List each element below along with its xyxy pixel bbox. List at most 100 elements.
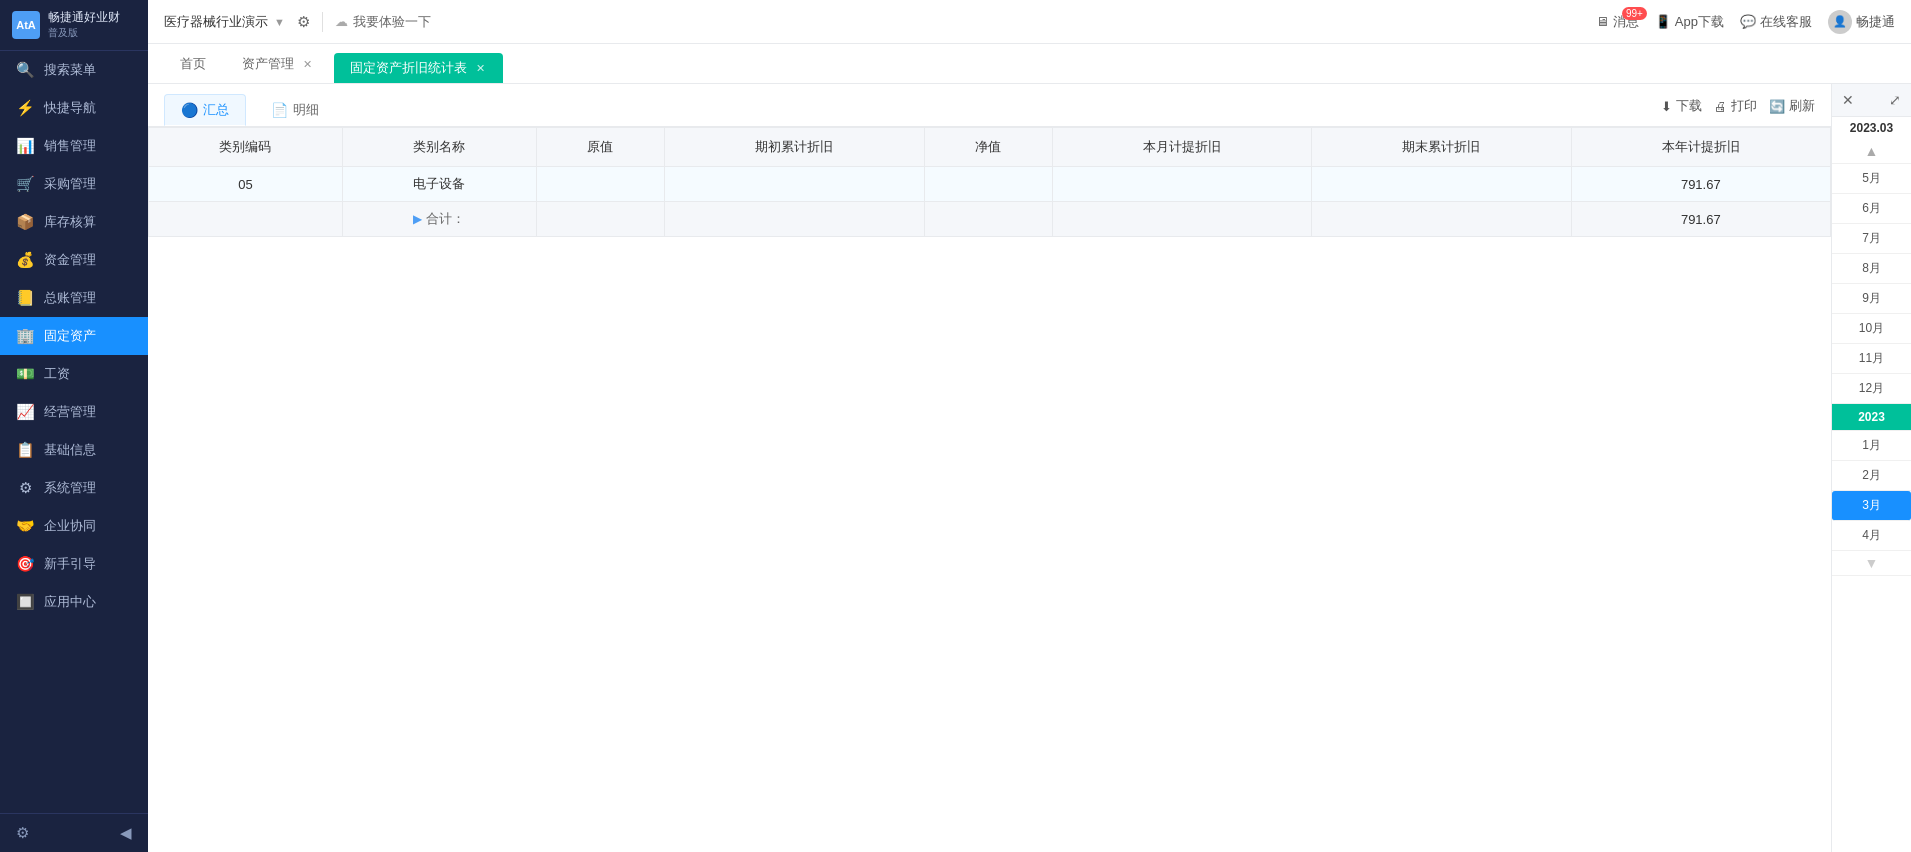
sidebar-menu: 🔍 搜索菜单 ⚡ 快捷导航 📊 销售管理 🛒 采购管理 📦 库存核算 💰 资金管… — [0, 51, 148, 813]
settings-footer-icon[interactable]: ⚙ — [16, 824, 29, 842]
sidebar-item-inventory[interactable]: 📦 库存核算 — [0, 203, 148, 241]
sidebar-item-sales[interactable]: 📊 销售管理 — [0, 127, 148, 165]
month-item-11[interactable]: 11月 — [1832, 344, 1911, 374]
tab-asset-label: 资产管理 — [242, 55, 294, 73]
service-icon: 💬 — [1740, 14, 1756, 29]
message-icon: 🖥 — [1596, 14, 1609, 29]
subtab-detail[interactable]: 📄 明细 — [254, 94, 336, 126]
tab-home-label: 首页 — [180, 55, 206, 73]
month-item-6[interactable]: 6月 — [1832, 194, 1911, 224]
print-button[interactable]: 🖨 打印 — [1714, 97, 1757, 115]
tabs-bar: 首页 资产管理 ✕ 固定资产折旧统计表 ✕ — [148, 44, 1911, 84]
cell-annual-dep: 791.67 — [1571, 167, 1830, 202]
sidebar-item-label: 经营管理 — [44, 403, 96, 421]
month-item-2023-2[interactable]: 2月 — [1832, 461, 1911, 491]
detail-icon: 📄 — [271, 102, 288, 118]
sidebar-item-system[interactable]: ⚙ 系统管理 — [0, 469, 148, 507]
tab-asset-close-icon[interactable]: ✕ — [300, 57, 314, 71]
date-scroll-up[interactable]: ▲ — [1832, 139, 1911, 164]
month-item-7[interactable]: 7月 — [1832, 224, 1911, 254]
sidebar-item-ledger[interactable]: 📒 总账管理 — [0, 279, 148, 317]
date-panel-close-icon[interactable]: ✕ — [1842, 92, 1854, 108]
sidebar-item-quicknav[interactable]: ⚡ 快捷导航 — [0, 89, 148, 127]
print-icon: 🖨 — [1714, 99, 1727, 114]
expand-icon[interactable]: ▶ — [413, 212, 422, 226]
service-label: 在线客服 — [1760, 13, 1812, 31]
sidebar-item-cooperation[interactable]: 🤝 企业协同 — [0, 507, 148, 545]
date-scroll-down[interactable]: ▼ — [1832, 551, 1911, 576]
company-dropdown-icon: ▼ — [274, 16, 285, 28]
date-panel: ✕ ⤢ 2023.03 ▲ 5月 6月 7月 8月 9月 10月 11月 12月… — [1831, 84, 1911, 852]
sidebar-item-operations[interactable]: 📈 经营管理 — [0, 393, 148, 431]
date-panel-scroll[interactable]: ▲ 5月 6月 7月 8月 9月 10月 11月 12月 2023 1月 2月 … — [1832, 139, 1911, 852]
toolbar-right: ⬇ 下载 🖨 打印 🔄 刷新 — [1661, 97, 1815, 123]
date-panel-expand-icon[interactable]: ⤢ — [1889, 92, 1901, 108]
download-button[interactable]: ⬇ 下载 — [1661, 97, 1702, 115]
refresh-icon: 🔄 — [1769, 99, 1785, 114]
service-button[interactable]: 💬 在线客服 — [1740, 13, 1812, 31]
collapse-sidebar-icon[interactable]: ◀ — [120, 824, 132, 842]
month-item-9[interactable]: 9月 — [1832, 284, 1911, 314]
sub-tabs: 🔵 汇总 📄 明细 ⬇ 下载 🖨 打印 — [148, 84, 1831, 127]
app-download-button[interactable]: 📱 App下载 — [1655, 13, 1724, 31]
content: 🔵 汇总 📄 明细 ⬇ 下载 🖨 打印 — [148, 84, 1831, 852]
message-button[interactable]: 🖥 消息 99+ — [1596, 13, 1639, 31]
sub-tabs-left: 🔵 汇总 📄 明细 — [164, 94, 336, 126]
tab-asset-management[interactable]: 资产管理 ✕ — [226, 47, 330, 83]
user-menu[interactable]: 👤 畅捷通 — [1828, 10, 1895, 34]
quicknav-icon: ⚡ — [16, 99, 34, 117]
date-panel-year: 2023.03 — [1832, 117, 1911, 139]
month-item-5[interactable]: 5月 — [1832, 164, 1911, 194]
company-selector[interactable]: 医疗器械行业演示 ▼ — [164, 13, 285, 31]
tab-depreciation-label: 固定资产折旧统计表 — [350, 59, 467, 77]
sidebar-item-salary[interactable]: 💵 工资 — [0, 355, 148, 393]
col-net-value: 净值 — [924, 128, 1052, 167]
salary-icon: 💵 — [16, 365, 34, 383]
tab-home[interactable]: 首页 — [164, 47, 222, 83]
subtab-summary[interactable]: 🔵 汇总 — [164, 94, 246, 126]
sidebar-item-label: 新手引导 — [44, 555, 96, 573]
guide-icon: 🎯 — [16, 555, 34, 573]
table-container: 类别编码 类别名称 原值 期初累计折旧 净值 本月计提折旧 期末累计折旧 本年计… — [148, 127, 1831, 852]
company-settings-icon[interactable]: ⚙ — [297, 13, 310, 31]
apps-icon: 🔲 — [16, 593, 34, 611]
sidebar-item-apps[interactable]: 🔲 应用中心 — [0, 583, 148, 621]
sidebar-item-label: 基础信息 — [44, 441, 96, 459]
refresh-button[interactable]: 🔄 刷新 — [1769, 97, 1815, 115]
total-original — [536, 202, 664, 237]
month-item-2023-3[interactable]: 3月 — [1832, 491, 1911, 521]
user-name: 畅捷通 — [1856, 13, 1895, 31]
tab-fixed-asset-depreciation[interactable]: 固定资产折旧统计表 ✕ — [334, 53, 503, 83]
sidebar-item-funds[interactable]: 💰 资金管理 — [0, 241, 148, 279]
sidebar-item-label: 快捷导航 — [44, 99, 96, 117]
tab-depreciation-close-icon[interactable]: ✕ — [473, 61, 487, 75]
month-item-2023-1[interactable]: 1月 — [1832, 431, 1911, 461]
sidebar-item-assets[interactable]: 🏢 固定资产 — [0, 317, 148, 355]
sidebar-item-label: 应用中心 — [44, 593, 96, 611]
cell-monthly-dep — [1052, 167, 1311, 202]
print-label: 打印 — [1731, 97, 1757, 115]
month-item-2023-4[interactable]: 4月 — [1832, 521, 1911, 551]
cloud-icon: ☁ — [335, 14, 348, 29]
col-original: 原值 — [536, 128, 664, 167]
cell-initial-dep — [665, 167, 924, 202]
month-item-10[interactable]: 10月 — [1832, 314, 1911, 344]
cooperation-icon: 🤝 — [16, 517, 34, 535]
month-item-8[interactable]: 8月 — [1832, 254, 1911, 284]
company-name: 医疗器械行业演示 — [164, 13, 268, 31]
sidebar-item-purchase[interactable]: 🛒 采购管理 — [0, 165, 148, 203]
funds-icon: 💰 — [16, 251, 34, 269]
sidebar-item-guide[interactable]: 🎯 新手引导 — [0, 545, 148, 583]
month-item-12[interactable]: 12月 — [1832, 374, 1911, 404]
sidebar-item-base[interactable]: 📋 基础信息 — [0, 431, 148, 469]
experience-label: 我要体验一下 — [353, 13, 431, 31]
purchase-icon: 🛒 — [16, 175, 34, 193]
col-end-dep: 期末累计折旧 — [1312, 128, 1571, 167]
year-2023-marker[interactable]: 2023 — [1832, 404, 1911, 431]
total-annual-dep: 791.67 — [1571, 202, 1830, 237]
search-icon: 🔍 — [16, 61, 34, 79]
app-download-icon: 📱 — [1655, 14, 1671, 29]
sidebar-item-search[interactable]: 🔍 搜索菜单 — [0, 51, 148, 89]
experience-button[interactable]: ☁ 我要体验一下 — [335, 13, 431, 31]
sidebar-logo: AtA 畅捷通好业财 普及版 — [0, 0, 148, 51]
